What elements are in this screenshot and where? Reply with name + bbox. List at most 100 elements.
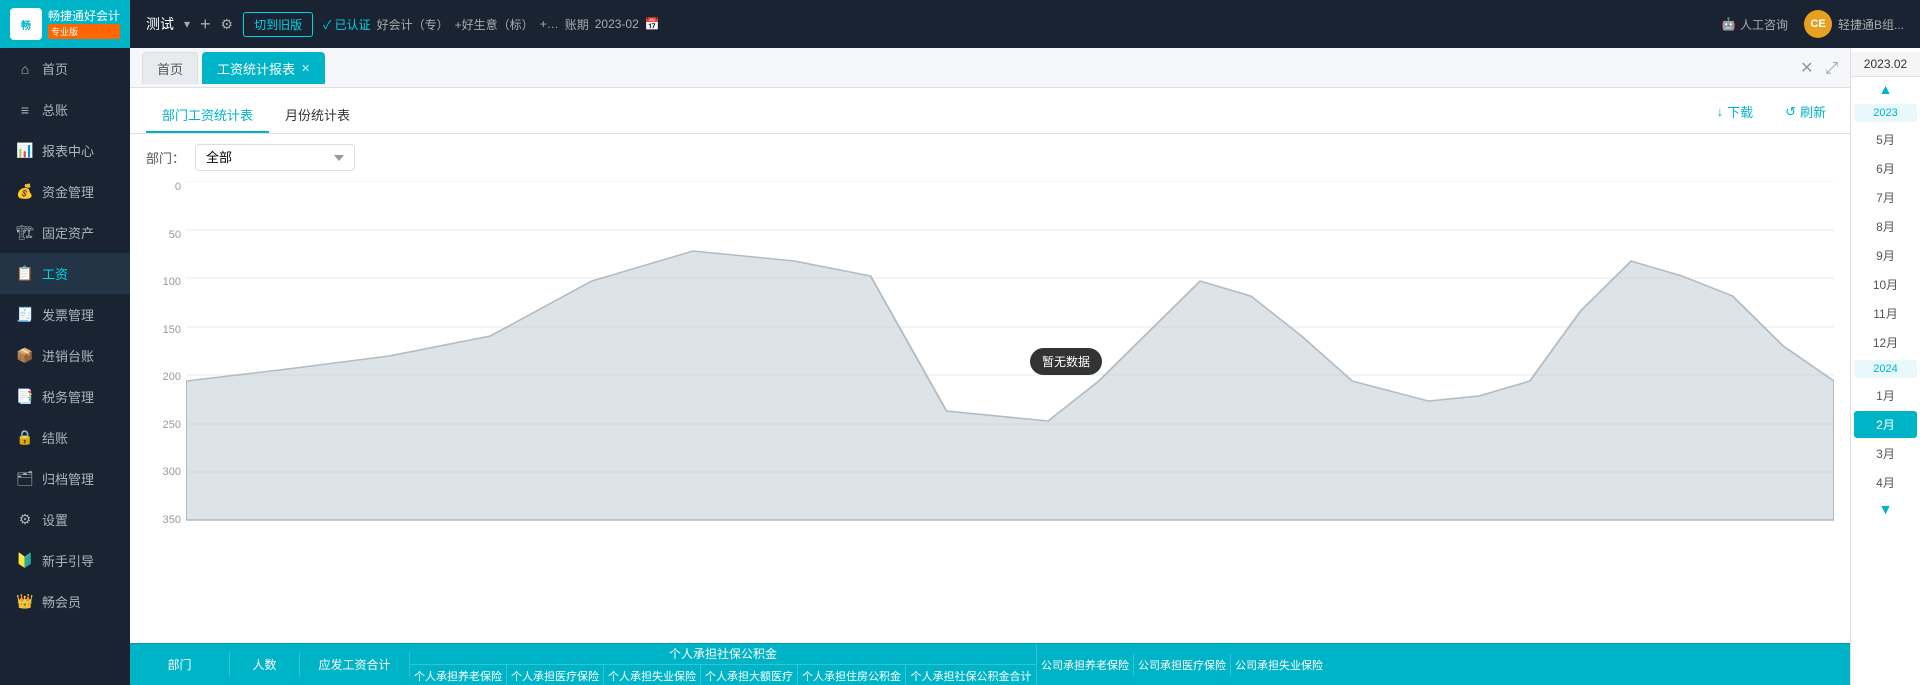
sidebar-item-guide[interactable]: 🔰 新手引导 — [0, 540, 130, 581]
sidebar-item-label: 税务管理 — [42, 387, 94, 406]
sub-tab-monthly[interactable]: 月份统计表 — [269, 98, 366, 133]
sidebar-item-assets[interactable]: 🏗 固定资产 — [0, 212, 130, 253]
sub-tabs: 部门工资统计表 月份统计表 ↓ 下载 ↺ 刷新 — [130, 88, 1850, 134]
topbar-title: 测试 — [146, 14, 174, 34]
calendar-icon[interactable]: 📅 — [645, 17, 660, 31]
ai-consult-button[interactable]: 🤖 人工咨询 — [1721, 16, 1788, 33]
invoice-icon: 🧾 — [16, 306, 34, 324]
sidebar-item-sales[interactable]: 📦 进销台账 — [0, 335, 130, 376]
guide-icon: 🔰 — [16, 552, 34, 570]
col-c-pension: 公司承担养老保险 — [1037, 654, 1134, 676]
table-header-row: 部门 人数 应发工资合计 个人承担社保公积金 个人承担养老保险 个人承担医疗保险… — [130, 643, 1850, 685]
download-icon: ↓ — [1717, 104, 1724, 119]
sidebar-item-funds[interactable]: 💰 资金管理 — [0, 171, 130, 212]
topbar-right: 🤖 人工咨询 CE 轻捷通B组... — [1721, 10, 1904, 38]
archive-icon: 🗂 — [16, 470, 34, 488]
year-2023-badge: 2023 — [1854, 104, 1916, 122]
sidebar-item-home[interactable]: ⌂ 首页 — [0, 48, 130, 89]
tabs-bar: 首页 工资统计报表 ✕ ✕ ⤢ — [130, 48, 1850, 88]
sidebar-item-label: 资金管理 — [42, 182, 94, 201]
month-dec[interactable]: 12月 — [1854, 329, 1916, 356]
dept-select[interactable]: 全部 财务部 销售部 技术部 — [195, 144, 355, 171]
logo-text: 畅捷通好会计 专业版 — [48, 9, 120, 40]
sidebar-item-salary[interactable]: 📋 工资 — [0, 253, 130, 294]
month-aug[interactable]: 8月 — [1854, 213, 1916, 240]
content-main: 首页 工资统计报表 ✕ ✕ ⤢ 部门工资统计表 月份统计表 — [130, 48, 1850, 685]
closing-icon: 🔒 — [16, 429, 34, 447]
content-area: 首页 工资统计报表 ✕ ✕ ⤢ 部门工资统计表 月份统计表 — [130, 48, 1920, 685]
refresh-button[interactable]: ↺ 刷新 — [1777, 98, 1834, 125]
year-2024-badge: 2024 — [1854, 360, 1916, 378]
expand-panel-button[interactable]: ⤢ — [1825, 60, 1838, 77]
tab-salary-report[interactable]: 工资统计报表 ✕ — [202, 52, 325, 84]
close-panel-button[interactable]: ✕ — [1800, 60, 1813, 77]
month-may[interactable]: 5月 — [1854, 126, 1916, 153]
sidebar-item-archive[interactable]: 🗂 归档管理 — [0, 458, 130, 499]
home-icon: ⌂ — [16, 60, 34, 78]
sidebar-item-settings[interactable]: ⚙ 设置 — [0, 499, 130, 540]
sidebar-item-tax[interactable]: 📑 税务管理 — [0, 376, 130, 417]
sidebar-item-closing[interactable]: 🔒 结账 — [0, 417, 130, 458]
sidebar-item-reports[interactable]: 📊 报表中心 — [0, 130, 130, 171]
topbar-status: ✓ 已认证 好会计（专） +好生意（标） +… 账期 2023-02 📅 — [323, 16, 660, 33]
month-feb-active[interactable]: 2月 — [1854, 411, 1916, 438]
reports-icon: 📊 — [16, 142, 34, 160]
main-area: 测试 ▾ + ⚙ 切到旧版 ✓ 已认证 好会计（专） +好生意（标） +… 账期… — [130, 0, 1920, 685]
sidebar-item-label: 结账 — [42, 428, 68, 447]
sidebar-item-ledger[interactable]: ≡ 总账 — [0, 89, 130, 130]
sidebar-item-label: 发票管理 — [42, 305, 94, 324]
col-subtotal: 个人承担社保公积金合计 — [906, 665, 1036, 685]
col-group-individual: 个人承担社保公积金 个人承担养老保险 个人承担医疗保险 个人承担失业保险 个人承… — [410, 643, 1037, 685]
tax-icon: 📑 — [16, 388, 34, 406]
sidebar-item-label: 新手引导 — [42, 551, 94, 570]
date-nav-down[interactable]: ▼ — [1875, 497, 1897, 521]
sidebar-item-label: 报表中心 — [42, 141, 94, 160]
tab-home[interactable]: 首页 — [142, 52, 198, 84]
col-group-children: 个人承担养老保险 个人承担医疗保险 个人承担失业保险 个人承担大额医疗 个人承担… — [410, 665, 1036, 685]
col-c-unemploy: 公司承担失业保险 — [1231, 654, 1327, 676]
month-mar[interactable]: 3月 — [1854, 440, 1916, 467]
sidebar-item-label: 首页 — [42, 59, 68, 78]
topbar-settings-button[interactable]: ⚙ — [221, 16, 234, 33]
tab-close-button[interactable]: ✕ — [301, 62, 310, 75]
month-oct[interactable]: 10月 — [1854, 271, 1916, 298]
col-group-label: 个人承担社保公积金 — [410, 643, 1036, 665]
month-apr[interactable]: 4月 — [1854, 469, 1916, 496]
more-badge: +… — [540, 17, 559, 31]
topbar-add-button[interactable]: + — [200, 14, 211, 35]
month-nov[interactable]: 11月 — [1854, 300, 1916, 327]
settings-icon: ⚙ — [16, 511, 34, 529]
switch-old-version-button[interactable]: 切到旧版 — [243, 12, 313, 37]
sidebar-item-label: 总账 — [42, 100, 68, 119]
col-unemploy: 个人承担失业保险 — [604, 665, 701, 685]
col-c-medical: 公司承担医疗保险 — [1134, 654, 1231, 676]
month-sep[interactable]: 9月 — [1854, 242, 1916, 269]
ledger-icon: ≡ — [16, 101, 34, 119]
user-info[interactable]: CE 轻捷通B组... — [1804, 10, 1904, 38]
topbar-dropdown-arrow[interactable]: ▾ — [184, 17, 190, 31]
col-medical: 个人承担医疗保险 — [507, 665, 604, 685]
business-badge: +好生意（标） — [455, 16, 534, 33]
dept-label: 部门： — [146, 148, 185, 167]
sub-tab-actions: ↓ 下载 ↺ 刷新 — [1709, 98, 1834, 133]
download-button[interactable]: ↓ 下载 — [1709, 98, 1762, 125]
good-accounting-badge: 好会计（专） — [377, 16, 449, 33]
sidebar-item-member[interactable]: 👑 畅会员 — [0, 581, 130, 622]
sub-tab-dept[interactable]: 部门工资统计表 — [146, 98, 269, 133]
sales-icon: 📦 — [16, 347, 34, 365]
toolbar: 部门： 全部 财务部 销售部 技术部 — [130, 134, 1850, 181]
month-jan[interactable]: 1月 — [1854, 382, 1916, 409]
sidebar-nav: ⌂ 首页 ≡ 总账 📊 报表中心 💰 资金管理 🏗 固定资产 📋 工资 🧾 发票… — [0, 48, 130, 685]
period-value: 2023-02 — [595, 17, 639, 31]
col-housing: 个人承担住房公积金 — [798, 665, 906, 685]
col-total-salary: 应发工资合计 — [300, 652, 410, 677]
sidebar-item-label: 工资 — [42, 264, 68, 283]
sidebar-item-invoice[interactable]: 🧾 发票管理 — [0, 294, 130, 335]
month-jun[interactable]: 6月 — [1854, 155, 1916, 182]
chart-svg — [186, 181, 1834, 521]
month-jul[interactable]: 7月 — [1854, 184, 1916, 211]
certified-badge: ✓ 已认证 — [323, 16, 371, 33]
sidebar-logo: 畅 畅捷通好会计 专业版 — [0, 0, 130, 48]
toolbar-left: 部门： 全部 财务部 销售部 技术部 — [146, 144, 355, 171]
date-nav-up[interactable]: ▲ — [1875, 77, 1897, 101]
